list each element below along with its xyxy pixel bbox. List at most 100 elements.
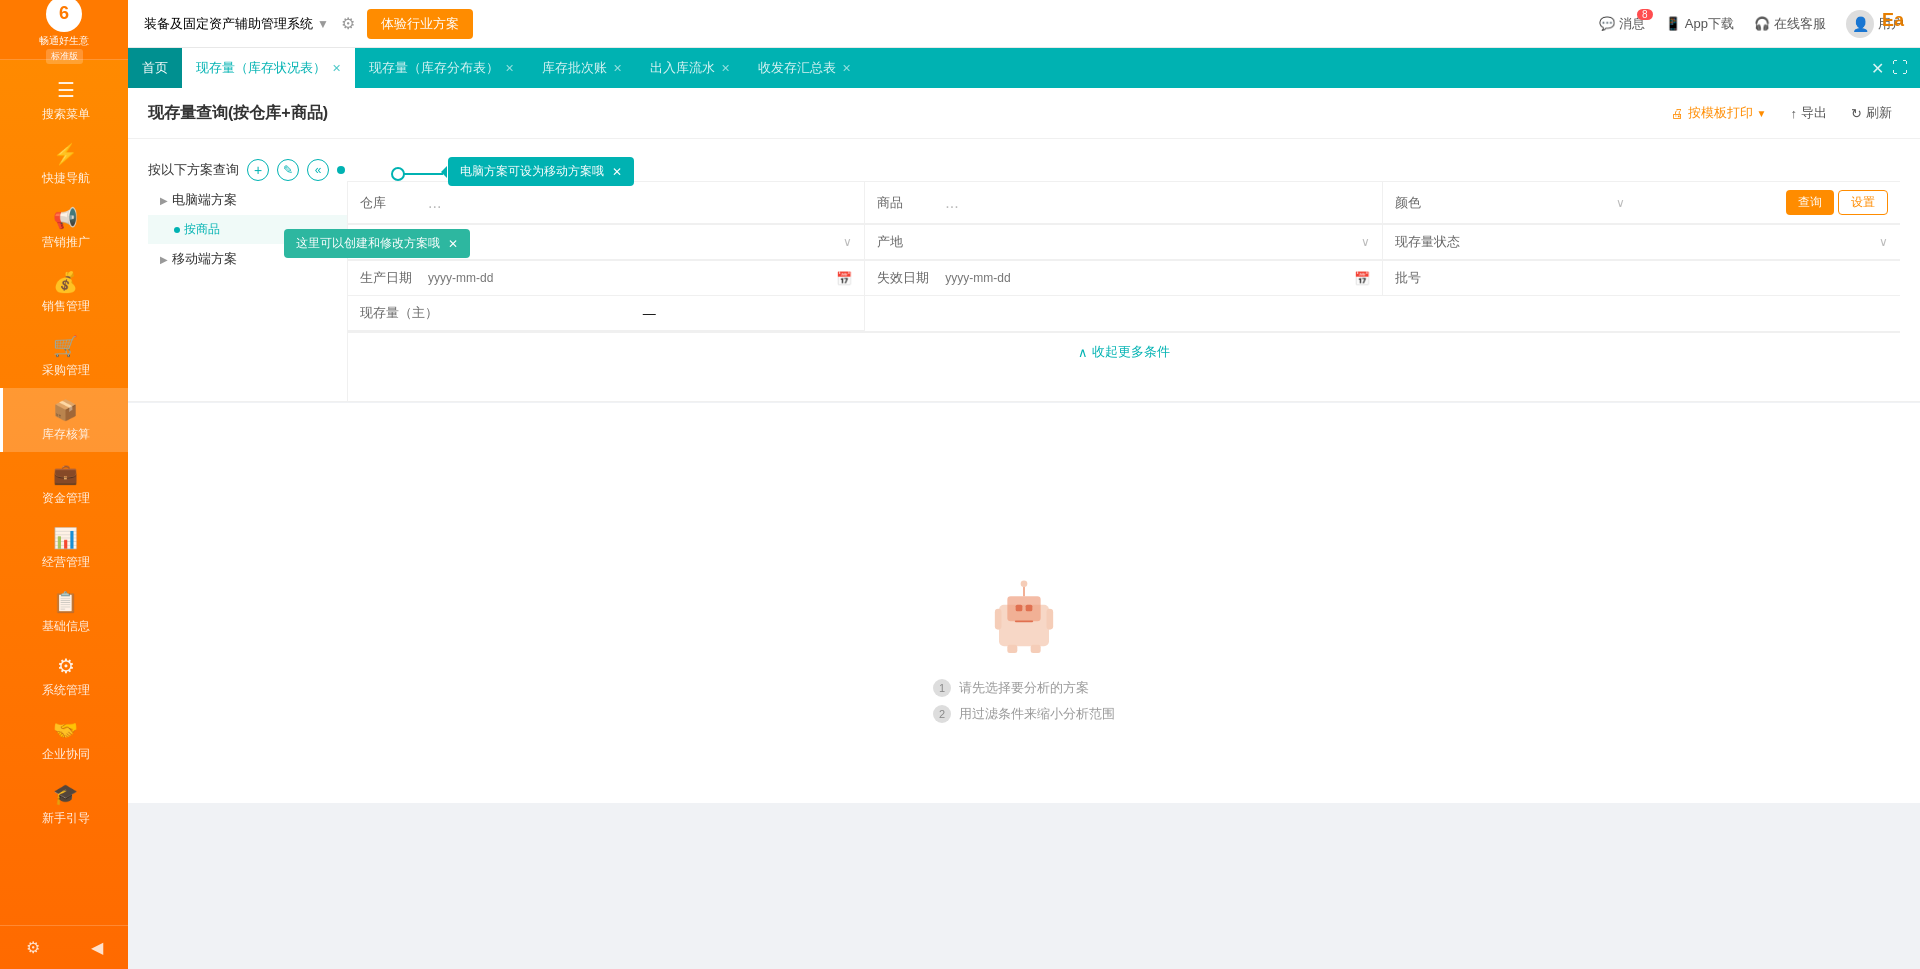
tab-stock-dist-close[interactable]: ✕ [505,62,514,75]
stock-main-range: — [446,306,852,321]
production-date-input[interactable] [428,271,828,285]
connector-dot [391,167,405,181]
add-scheme-btn[interactable]: + [247,159,269,181]
sidebar-item-label: 营销推广 [42,234,90,251]
page-header: 现存量查询(按仓库+商品) 🖨 按模板打印 ▼ ↑ 导出 ↻ 刷新 [128,88,1920,139]
online-support-item[interactable]: 🎧 在线客服 [1754,15,1826,33]
reset-btn[interactable]: 设置 [1838,190,1888,215]
tab-in-out-flow-label: 出入库流水 [650,59,715,77]
goods-label: 商品 [877,194,937,212]
export-btn[interactable]: ↑ 导出 [1783,100,1836,126]
system-title: 装备及固定资产辅助管理系统 [144,15,313,33]
sidebar-item-marketing[interactable]: 📢 营销推广 [0,196,128,260]
scheme-dot [337,166,345,174]
stock-main-from-input[interactable] [446,306,639,321]
sidebar-item-label: 库存核算 [42,426,90,443]
phone-icon: 📱 [1665,16,1681,31]
warehouse-dots[interactable]: ... [428,194,441,212]
sidebar-settings-btn[interactable]: ⚙ [26,938,40,957]
sidebar-item-system[interactable]: ⚙ 系统管理 [0,644,128,708]
scheme-tooltip-text: 电脑方案可设为移动方案哦 [460,163,604,180]
tab-batch-ledger-close[interactable]: ✕ [613,62,622,75]
batch-input[interactable] [1463,271,1888,286]
svg-point-10 [1021,581,1028,588]
sidebar-item-sales[interactable]: 💰 销售管理 [0,260,128,324]
marketing-icon: 📢 [53,206,78,230]
notification-badge: 8 [1637,9,1653,20]
sidebar-item-base-info[interactable]: 📋 基础信息 [0,580,128,644]
collapse-label: 收起更多条件 [1092,343,1170,361]
industry-plan-btn[interactable]: 体验行业方案 [367,9,473,39]
filter-cell-stock-status: 现存量状态 ∨ [1383,225,1900,260]
tab-collect-summary-close[interactable]: ✕ [842,62,851,75]
settings-icon[interactable]: ⚙ [341,14,355,33]
color-dropdown-icon[interactable]: ∨ [1616,196,1625,210]
sidebar-item-operations[interactable]: 📊 经营管理 [0,516,128,580]
edit-tooltip-close[interactable]: ✕ [448,237,458,251]
ea-text: Ea [1882,10,1904,31]
tab-stock-dist[interactable]: 现存量（库存分布表） ✕ [355,48,528,88]
scheme-panel: ▶ 电脑端方案 按商品 ▶ 移动端方案 这里可以创建和修改方案哦 ✕ [148,181,348,401]
expiry-date-calendar-icon[interactable]: 📅 [1354,271,1370,286]
sidebar-collapse-btn[interactable]: ◀ [91,938,103,957]
sidebar-item-label: 经营管理 [42,554,90,571]
quick-nav-icon: ⚡ [53,142,78,166]
sidebar-item-label: 基础信息 [42,618,90,635]
origin-dropdown-icon[interactable]: ∨ [1361,235,1370,249]
scheme-tooltip: 电脑方案可设为移动方案哦 ✕ [448,157,634,186]
tab-in-out-flow[interactable]: 出入库流水 ✕ [636,48,744,88]
refresh-btn[interactable]: ↻ 刷新 [1843,100,1900,126]
guide-icon: 🎓 [53,782,78,806]
tabbar-actions: ✕ ⛶ [1871,59,1920,78]
tab-batch-ledger[interactable]: 库存批次账 ✕ [528,48,636,88]
sidebar-item-purchase[interactable]: 🛒 采购管理 [0,324,128,388]
edit-scheme-btn[interactable]: ✎ [277,159,299,181]
base-info-icon: 📋 [53,590,78,614]
tab-home[interactable]: 首页 [128,48,182,88]
batch-label: 批号 [1395,269,1455,287]
scheme-tooltip-close[interactable]: ✕ [612,165,622,179]
filter-cell-batch: 批号 [1383,261,1900,296]
sidebar-bottom: ⚙ ◀ [0,925,128,969]
search-btn[interactable]: 查询 [1786,190,1834,215]
size-dropdown-icon[interactable]: ∨ [843,235,852,249]
print-btn[interactable]: 🖨 按模板打印 ▼ [1663,100,1775,126]
tab-stock-status-close[interactable]: ✕ [332,62,341,75]
production-date-calendar-icon[interactable]: 📅 [836,271,852,286]
expand-arrow-mobile-icon: ▶ [160,254,168,265]
header: 装备及固定资产辅助管理系统 ▼ ⚙ 体验行业方案 💬 消息 8 📱 App下载 … [128,0,1920,48]
filter-header-row: 按以下方案查询 + ✎ « 电脑方案可设为移动方案哦 ✕ [148,151,1900,181]
tab-fullscreen-btn[interactable]: ⛶ [1892,59,1908,77]
inventory-icon: 📦 [53,398,78,422]
svg-rect-3 [1026,605,1033,612]
avatar: 👤 [1846,10,1874,38]
tab-close-all-btn[interactable]: ✕ [1871,59,1884,78]
system-title-dropdown[interactable]: 装备及固定资产辅助管理系统 ▼ [144,15,329,33]
sidebar-item-inventory[interactable]: 📦 库存核算 [0,388,128,452]
tab-stock-status[interactable]: 现存量（库存状况表） ✕ [182,48,355,88]
dropdown-arrow-icon: ▼ [317,17,329,31]
sidebar-item-label: 销售管理 [42,298,90,315]
svg-rect-6 [1047,609,1054,630]
tab-collect-summary[interactable]: 收发存汇总表 ✕ [744,48,865,88]
sidebar-item-enterprise[interactable]: 🤝 企业协同 [0,708,128,772]
tab-in-out-flow-close[interactable]: ✕ [721,62,730,75]
svg-rect-1 [1007,596,1040,621]
sidebar-item-quick-nav[interactable]: ⚡ 快捷导航 [0,132,128,196]
collapse-bar[interactable]: ∧ 收起更多条件 [348,332,1900,371]
logo-icon: 6 [46,0,82,32]
notification-item[interactable]: 💬 消息 8 [1599,15,1645,33]
color-label: 颜色 [1395,194,1455,212]
sidebar-item-guide[interactable]: 🎓 新手引导 [0,772,128,836]
app-download-item[interactable]: 📱 App下载 [1665,15,1734,33]
stock-main-to-input[interactable] [660,306,853,321]
sidebar-item-search-menu[interactable]: ☰ 搜索菜单 [0,68,128,132]
logo[interactable]: 6 畅通好生意 标准版 [0,0,128,60]
sidebar-item-finance[interactable]: 💼 资金管理 [0,452,128,516]
stock-status-dropdown-icon[interactable]: ∨ [1879,235,1888,249]
stock-main-label: 现存量（主） [360,304,438,322]
expiry-date-input[interactable] [945,271,1345,285]
back-scheme-btn[interactable]: « [307,159,329,181]
desktop-scheme-item[interactable]: ▶ 电脑端方案 [148,185,347,215]
goods-dots[interactable]: ... [945,194,958,212]
